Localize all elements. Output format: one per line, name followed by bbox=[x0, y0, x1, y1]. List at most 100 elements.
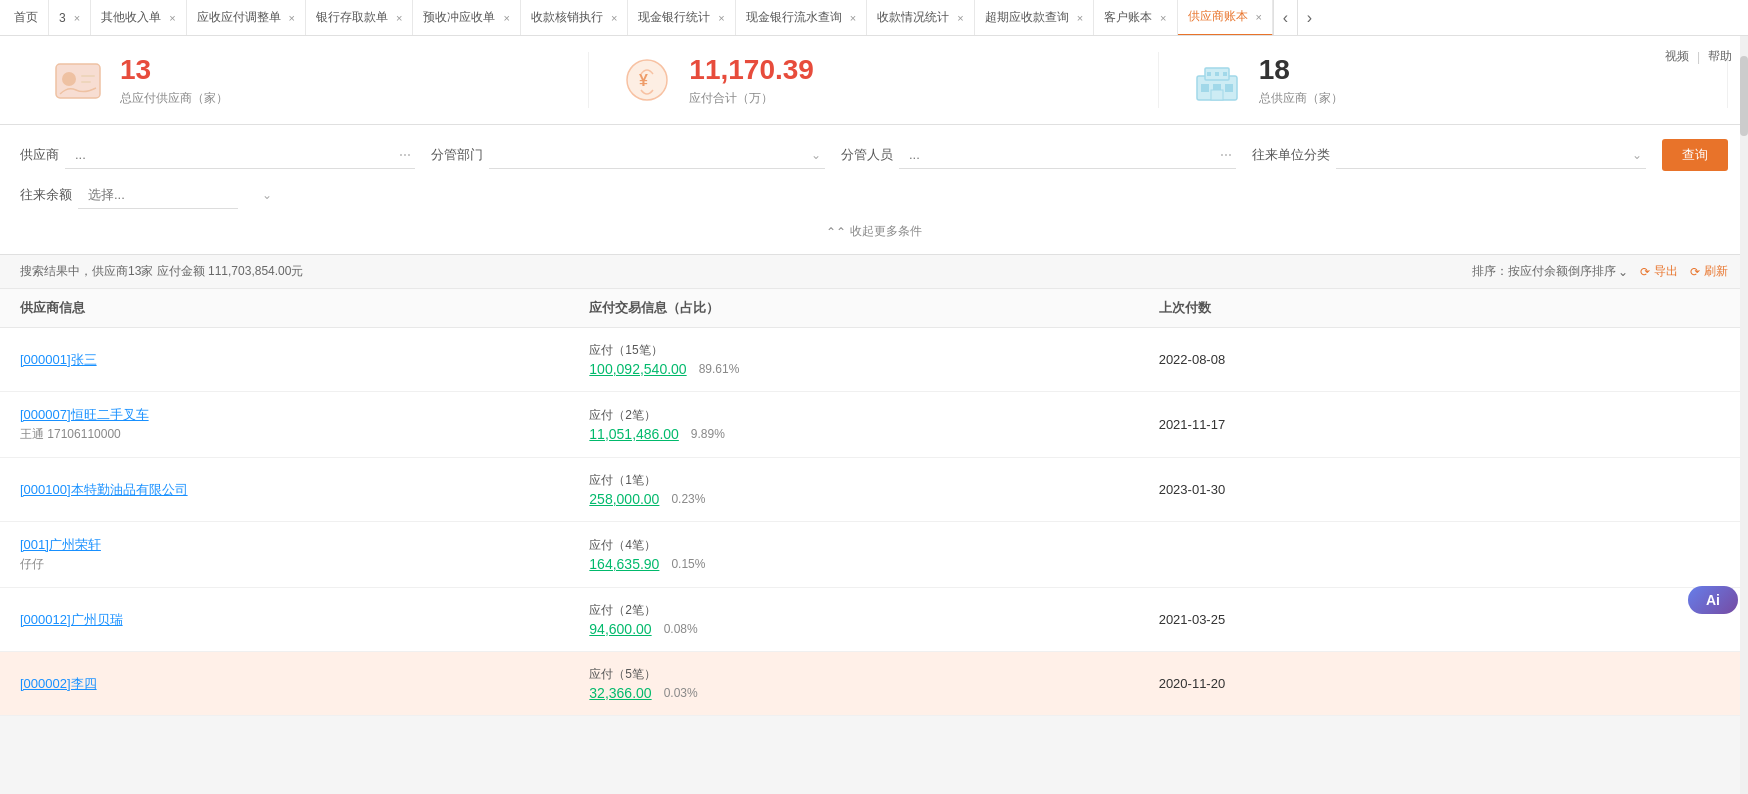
transaction-info-5: 应付（5笔） 32,366.00 0.03% bbox=[589, 666, 1158, 701]
transaction-cell-4: 应付（2笔） 94,600.00 0.08% bbox=[589, 602, 1158, 637]
nav-tab-home[interactable]: 首页 bbox=[4, 0, 49, 36]
payable-suppliers-info: 13 总应付供应商（家） bbox=[120, 53, 228, 108]
nav-tab-cash-bank-flow[interactable]: 现金银行流水查询 × bbox=[736, 0, 867, 36]
summary-card-payable-suppliers: 13 总应付供应商（家） bbox=[20, 52, 589, 108]
ai-badge[interactable]: Ai bbox=[1688, 586, 1738, 614]
transaction-cell-3: 应付（4笔） 164,635.90 0.15% bbox=[589, 537, 1158, 572]
nav-tab-overdue[interactable]: 超期应收款查询 × bbox=[975, 0, 1094, 36]
nav-tab-overdue-close[interactable]: × bbox=[1077, 12, 1083, 24]
filter-dept: 分管部门 ⌄ bbox=[431, 141, 826, 169]
nav-tab-cash-bank-stats[interactable]: 现金银行统计 × bbox=[628, 0, 735, 36]
transaction-info-4: 应付（2笔） 94,600.00 0.08% bbox=[589, 602, 1158, 637]
filter-supplier-label: 供应商 bbox=[20, 146, 59, 164]
collapse-button[interactable]: ⌃⌃ 收起更多条件 bbox=[20, 219, 1728, 244]
payable-suppliers-icon bbox=[50, 52, 106, 108]
supplier-dropdown-arrow[interactable]: ⋯ bbox=[399, 148, 411, 162]
scrollbar-thumb[interactable] bbox=[1740, 56, 1748, 136]
supplier-link-1[interactable]: [000007]恒旺二手叉车 bbox=[20, 407, 149, 422]
transaction-amount-0[interactable]: 100,092,540.00 bbox=[589, 361, 686, 377]
transaction-amount-1[interactable]: 11,051,486.00 bbox=[589, 426, 679, 442]
nav-tab-other-income[interactable]: 其他收入单 × bbox=[91, 0, 186, 36]
supplier-link-0[interactable]: [000001]张三 bbox=[20, 352, 97, 367]
svg-rect-10 bbox=[1207, 72, 1211, 76]
lastpay-cell-0: 2022-08-08 bbox=[1159, 352, 1501, 367]
transaction-info-2: 应付（1笔） 258,000.00 0.23% bbox=[589, 472, 1158, 507]
transaction-cell-5: 应付（5笔） 32,366.00 0.03% bbox=[589, 666, 1158, 701]
filter-balance: 往来余额 ⌄ bbox=[20, 181, 1728, 209]
refresh-button[interactable]: ⟳ 刷新 bbox=[1690, 263, 1728, 280]
nav-arrow-right[interactable]: › bbox=[1297, 0, 1321, 36]
category-dropdown-arrow[interactable]: ⌄ bbox=[1632, 148, 1642, 162]
table-row: [000012]广州贝瑞 应付（2笔） 94,600.00 0.08% 2021… bbox=[0, 588, 1748, 652]
supplier-link-2[interactable]: [000100]本特勤油品有限公司 bbox=[20, 482, 188, 497]
transaction-label-2: 应付（1笔） bbox=[589, 472, 1158, 489]
nav-arrow-left[interactable]: ‹ bbox=[1273, 0, 1297, 36]
filter-row-1: 供应商 ⋯ 分管部门 ⌄ 分管人员 ⋯ 往来单位分类 ⌄ bbox=[20, 139, 1728, 171]
sort-button[interactable]: 排序：按应付余额倒序排序 ⌄ bbox=[1472, 263, 1628, 280]
transaction-row-3: 164,635.90 0.15% bbox=[589, 556, 1158, 572]
nav-tab-3-close[interactable]: × bbox=[74, 12, 80, 24]
nav-tab-cash-bank-stats-label: 现金银行统计 bbox=[638, 9, 710, 26]
nav-tab-advance[interactable]: 预收冲应收单 × bbox=[413, 0, 520, 36]
total-suppliers-info: 18 总供应商（家） bbox=[1259, 53, 1343, 108]
svg-rect-6 bbox=[1201, 84, 1209, 92]
export-button[interactable]: ⟳ 导出 bbox=[1640, 263, 1678, 280]
lastpay-cell-1: 2021-11-17 bbox=[1159, 417, 1501, 432]
lastpay-cell-5: 2020-11-20 bbox=[1159, 676, 1501, 691]
nav-tab-advance-close[interactable]: × bbox=[503, 12, 509, 24]
nav-tab-supplier-ledger-close[interactable]: × bbox=[1256, 11, 1262, 23]
total-suppliers-icon bbox=[1189, 52, 1245, 108]
transaction-amount-5[interactable]: 32,366.00 bbox=[589, 685, 651, 701]
table-section: 供应商信息 应付交易信息（占比） 上次付数 [000001]张三 应付（15笔）… bbox=[0, 289, 1748, 716]
filter-section: 供应商 ⋯ 分管部门 ⌄ 分管人员 ⋯ 往来单位分类 ⌄ bbox=[0, 125, 1748, 255]
dept-input[interactable] bbox=[493, 143, 812, 166]
summary-section: 13 总应付供应商（家） ¥ 11,170.39 应付合计（万） bbox=[0, 36, 1748, 125]
transaction-row-1: 11,051,486.00 9.89% bbox=[589, 426, 1158, 442]
supplier-link-5[interactable]: [000002]李四 bbox=[20, 676, 97, 691]
transaction-cell-0: 应付（15笔） 100,092,540.00 89.61% bbox=[589, 342, 1158, 377]
nav-tab-collection-close[interactable]: × bbox=[611, 12, 617, 24]
transaction-amount-4[interactable]: 94,600.00 bbox=[589, 621, 651, 637]
nav-tab-ar-ap-adjust-label: 应收应付调整单 bbox=[197, 9, 281, 26]
supplier-input[interactable] bbox=[69, 143, 399, 166]
person-input[interactable] bbox=[903, 143, 1220, 166]
supplier-sub-1: 王通 17106110000 bbox=[20, 426, 589, 443]
nav-tab-cash-bank-flow-close[interactable]: × bbox=[850, 12, 856, 24]
nav-tab-collection[interactable]: 收款核销执行 × bbox=[521, 0, 628, 36]
svg-text:¥: ¥ bbox=[639, 72, 648, 89]
transaction-percent-1: 9.89% bbox=[691, 427, 725, 441]
balance-input[interactable] bbox=[82, 183, 262, 206]
supplier-input-wrapper: ⋯ bbox=[65, 141, 415, 169]
nav-tab-supplier-ledger[interactable]: 供应商账本 × bbox=[1178, 0, 1273, 36]
transaction-amount-2[interactable]: 258,000.00 bbox=[589, 491, 659, 507]
nav-tab-collection-stats[interactable]: 收款情况统计 × bbox=[867, 0, 974, 36]
payable-total-label: 应付合计（万） bbox=[689, 90, 814, 107]
query-button[interactable]: 查询 bbox=[1662, 139, 1728, 171]
person-dropdown-arrow[interactable]: ⋯ bbox=[1220, 148, 1232, 162]
scrollbar-track[interactable] bbox=[1740, 36, 1748, 716]
nav-tab-bank-deposit-close[interactable]: × bbox=[396, 12, 402, 24]
supplier-link-3[interactable]: [001]广州荣轩 bbox=[20, 537, 101, 552]
payable-total-value: 11,170.39 bbox=[689, 53, 814, 87]
svg-rect-1 bbox=[62, 72, 76, 86]
video-link[interactable]: 视频 bbox=[1665, 48, 1689, 65]
dept-dropdown-arrow[interactable]: ⌄ bbox=[811, 148, 821, 162]
nav-tab-customer-ledger-close[interactable]: × bbox=[1160, 12, 1166, 24]
help-link[interactable]: 帮助 bbox=[1708, 48, 1732, 65]
nav-tab-customer-ledger[interactable]: 客户账本 × bbox=[1094, 0, 1177, 36]
transaction-label-1: 应付（2笔） bbox=[589, 407, 1158, 424]
nav-tab-bank-deposit[interactable]: 银行存取款单 × bbox=[306, 0, 413, 36]
supplier-link-4[interactable]: [000012]广州贝瑞 bbox=[20, 612, 123, 627]
nav-tab-collection-stats-close[interactable]: × bbox=[957, 12, 963, 24]
nav-tab-other-income-close[interactable]: × bbox=[169, 12, 175, 24]
collapse-up-icon: ⌃⌃ bbox=[826, 225, 846, 239]
nav-tab-ar-ap-adjust[interactable]: 应收应付调整单 × bbox=[187, 0, 306, 36]
nav-tab-cash-bank-stats-close[interactable]: × bbox=[718, 12, 724, 24]
nav-tab-ar-ap-adjust-close[interactable]: × bbox=[289, 12, 295, 24]
transaction-amount-3[interactable]: 164,635.90 bbox=[589, 556, 659, 572]
category-input[interactable] bbox=[1340, 143, 1633, 166]
category-input-wrapper: ⌄ bbox=[1336, 141, 1647, 169]
table-header: 供应商信息 应付交易信息（占比） 上次付数 bbox=[0, 289, 1748, 328]
nav-tab-3[interactable]: 3 × bbox=[49, 0, 91, 36]
balance-dropdown-arrow[interactable]: ⌄ bbox=[262, 188, 272, 202]
